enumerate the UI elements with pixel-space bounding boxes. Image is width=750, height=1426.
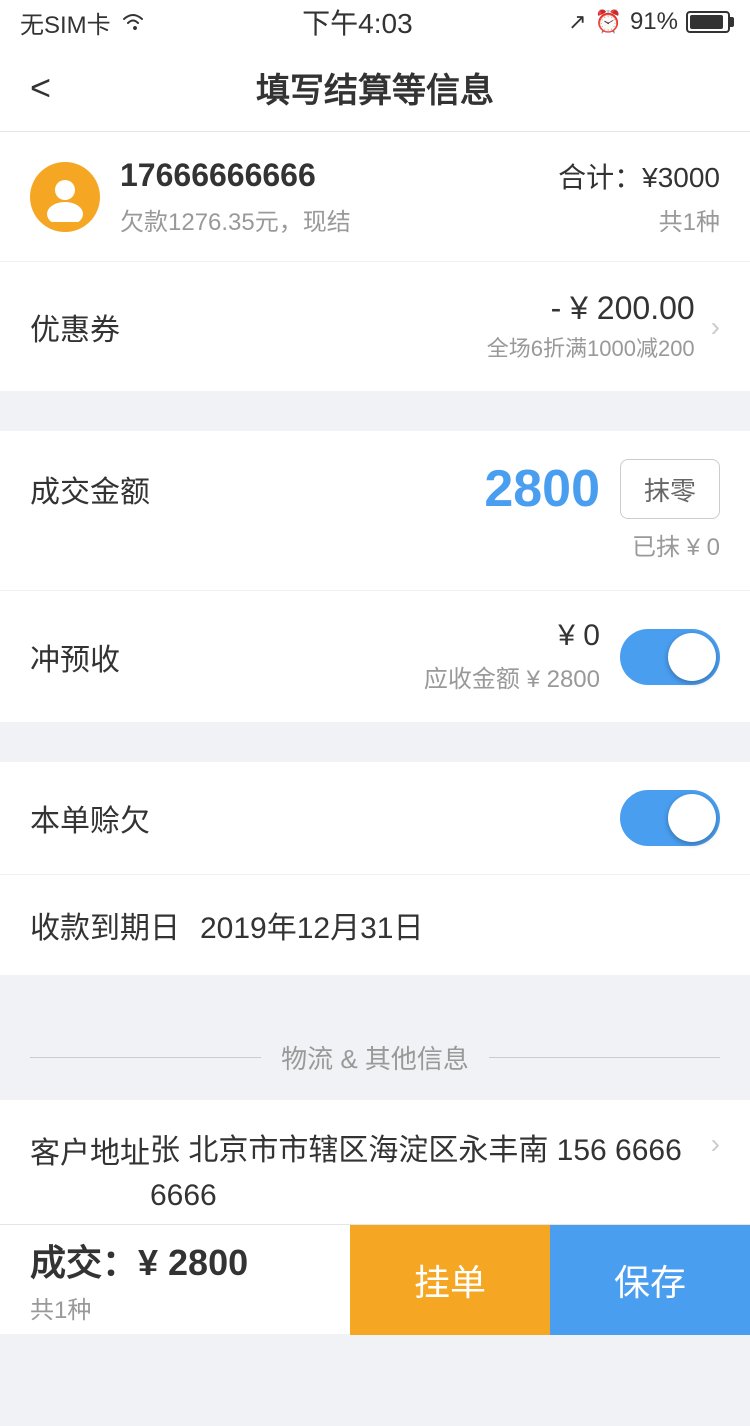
status-bar: 无SIM卡 下午4:03 ↗ ⏰ 91% — [0, 0, 750, 44]
amount-section: 成交金额 2800 抹零 已抹 ¥ 0 冲预收 ¥ 0 应收金额 ¥ 2800 — [0, 431, 750, 722]
status-time: 下午4:03 — [302, 2, 413, 42]
toggle-circle — [668, 633, 716, 681]
customer-debt: 欠款1276.35元，现结 — [120, 202, 351, 237]
bottom-count: 共1种 — [30, 1290, 320, 1325]
divider-1 — [0, 411, 750, 431]
customer-section: 17666666666 欠款1276.35元，现结 合计：¥3000 共1种 优… — [0, 132, 750, 391]
save-button[interactable]: 保存 — [550, 1225, 750, 1335]
advance-sub: 应收金额 ¥ 2800 — [424, 659, 600, 694]
customer-row: 17666666666 欠款1276.35元，现结 合计：¥3000 共1种 — [0, 132, 750, 261]
amount-right: 2800 抹零 — [484, 459, 720, 519]
battery-percent: 91% — [630, 8, 678, 36]
advance-label: 冲预收 — [30, 635, 120, 679]
debt-toggle[interactable] — [620, 790, 720, 846]
amount-number: 2800 — [484, 459, 600, 519]
wifi-icon — [119, 12, 147, 32]
duedate-section: 收款到期日 2019年12月31日 — [0, 874, 750, 975]
debt-inner: 本单赊欠 — [0, 762, 750, 874]
debt-section: 本单赊欠 收款到期日 2019年12月31日 — [0, 762, 750, 975]
duedate-row: 收款到期日 2019年12月31日 — [30, 903, 720, 947]
coupon-discount: - ¥ 200.00 全场6折满1000减200 — [487, 290, 695, 363]
header-line-right — [489, 1057, 720, 1058]
amount-label: 成交金额 — [30, 467, 150, 511]
customer-right: 合计：¥3000 共1种 — [558, 156, 720, 237]
address-arrow-icon: › — [711, 1128, 720, 1160]
status-left: 无SIM卡 — [20, 5, 147, 40]
duedate-label: 收款到期日 — [30, 903, 180, 947]
avatar — [30, 162, 100, 232]
hang-button[interactable]: 挂单 — [350, 1225, 550, 1335]
status-right: ↗ ⏰ 91% — [568, 8, 730, 36]
address-value: 张 北京市市辖区海淀区永丰南 156 6666 6666 — [150, 1128, 695, 1218]
customer-left: 17666666666 欠款1276.35元，现结 — [30, 157, 351, 237]
logistics-header-text: 物流 & 其他信息 — [281, 1039, 469, 1076]
location-icon: ↗ — [568, 9, 586, 35]
coupon-arrow-icon: › — [711, 311, 720, 343]
debt-label: 本单赊欠 — [30, 796, 150, 840]
nav-bar: < 填写结算等信息 — [0, 44, 750, 132]
amount-inner: 成交金额 2800 抹零 已抹 ¥ 0 — [0, 431, 750, 590]
discount-amount: - ¥ 200.00 — [487, 290, 695, 327]
logistics-header: 物流 & 其他信息 — [0, 1015, 750, 1100]
bottom-deal: 成交：¥ 2800 — [30, 1234, 320, 1286]
debt-row: 本单赊欠 — [30, 790, 720, 846]
coupon-right: - ¥ 200.00 全场6折满1000减200 › — [487, 290, 720, 363]
bottom-deal-amount: ¥ 2800 — [138, 1242, 248, 1283]
back-button[interactable]: < — [30, 67, 51, 109]
carrier-text: 无SIM卡 — [20, 5, 111, 40]
total-count: 共1种 — [558, 202, 720, 237]
divider-3 — [0, 995, 750, 1015]
amount-row: 成交金额 2800 抹零 — [30, 459, 720, 519]
address-label: 客户地址 — [30, 1128, 150, 1172]
discount-desc: 全场6折满1000减200 — [487, 331, 695, 363]
customer-phone: 17666666666 — [120, 157, 351, 194]
coupon-label: 优惠券 — [30, 305, 120, 349]
advance-amount: ¥ 0 — [424, 619, 600, 653]
header-line-left — [30, 1057, 261, 1058]
page-title: 填写结算等信息 — [256, 63, 494, 112]
bottom-summary: 成交：¥ 2800 共1种 — [0, 1234, 350, 1325]
advance-info: ¥ 0 应收金额 ¥ 2800 — [424, 619, 600, 694]
duedate-value: 2019年12月31日 — [200, 903, 423, 947]
battery-icon — [686, 11, 730, 33]
advance-row: 冲预收 ¥ 0 应收金额 ¥ 2800 — [30, 619, 720, 694]
alarm-icon: ⏰ — [595, 9, 622, 35]
debt-toggle-circle — [668, 794, 716, 842]
advance-section: 冲预收 ¥ 0 应收金额 ¥ 2800 — [0, 590, 750, 722]
advance-right: ¥ 0 应收金额 ¥ 2800 — [424, 619, 720, 694]
coupon-row[interactable]: 优惠券 - ¥ 200.00 全场6折满1000减200 › — [0, 261, 750, 391]
divider-2 — [0, 742, 750, 762]
customer-info: 17666666666 欠款1276.35元，现结 — [120, 157, 351, 237]
round-zero-button[interactable]: 抹零 — [620, 459, 720, 519]
advance-toggle[interactable] — [620, 629, 720, 685]
bottom-bar: 成交：¥ 2800 共1种 挂单 保存 — [0, 1224, 750, 1334]
total-amount: 合计：¥3000 — [558, 156, 720, 196]
amount-sub: 已抹 ¥ 0 — [30, 527, 720, 562]
